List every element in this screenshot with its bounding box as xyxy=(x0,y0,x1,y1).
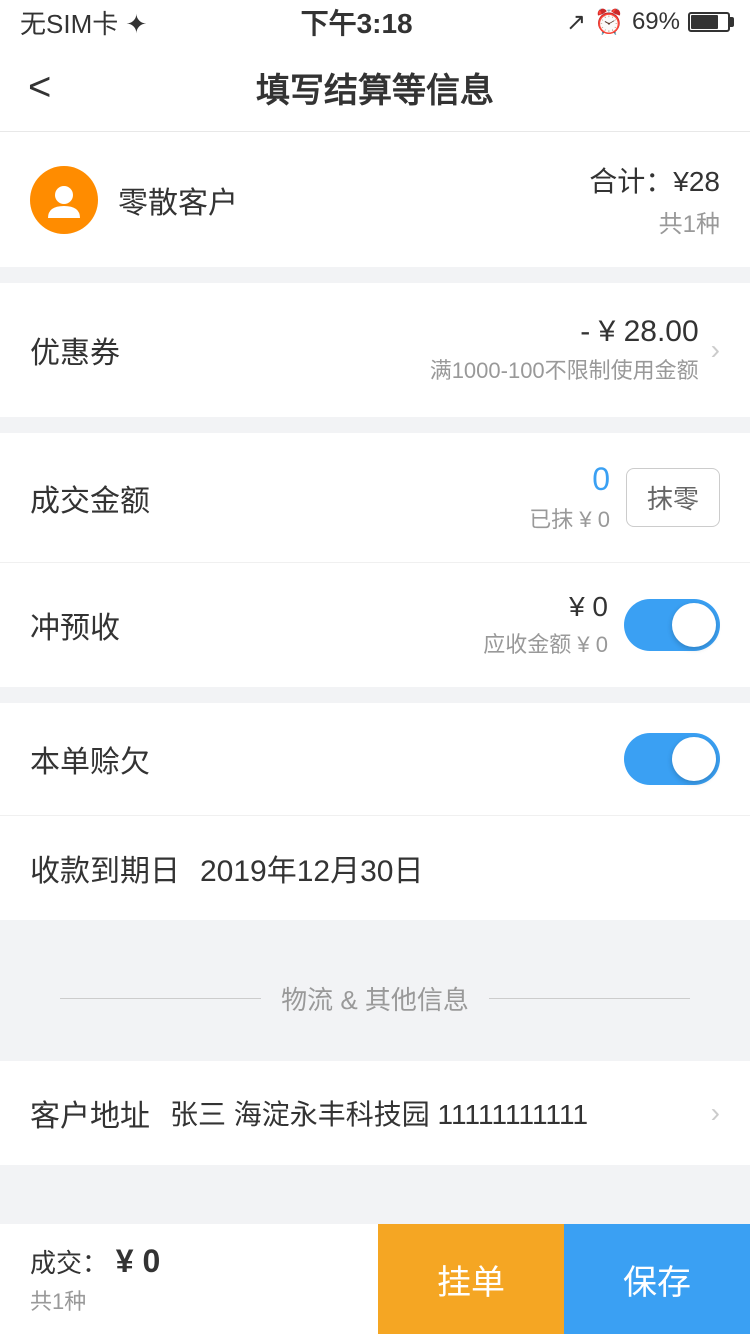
person-icon xyxy=(44,180,84,220)
prepay-value-block: ¥ 0 应收金额 ¥ 0 xyxy=(483,591,608,659)
deal-amount-sub: 已抹 ¥ 0 xyxy=(529,502,610,534)
status-left: 无SIM卡 ✦ xyxy=(20,4,147,41)
logistics-header: 物流 & 其他信息 xyxy=(30,960,720,1037)
debit-label: 本单赊欠 xyxy=(30,737,150,781)
due-date-label: 收款到期日 xyxy=(30,846,180,890)
maling-button[interactable]: 抹零 xyxy=(626,468,720,527)
prepay-toggle[interactable] xyxy=(624,599,720,651)
customer-right: 合计：¥28 共1种 xyxy=(589,160,720,239)
prepay-sub: 应收金额 ¥ 0 xyxy=(483,627,608,659)
total-amount: 合计：¥28 xyxy=(589,160,720,200)
status-bar: 无SIM卡 ✦ 下午3:18 ↗ ⏰ 69% xyxy=(0,0,750,44)
sim-indicator: 无SIM卡 ✦ xyxy=(20,4,147,41)
deal-amount-value: 0 xyxy=(529,461,610,498)
toggle-knob xyxy=(672,603,716,647)
deal-amount-value-block: 0 已抹 ¥ 0 xyxy=(529,461,610,534)
bottom-bar: 成交： ¥ 0 共1种 挂单 保存 xyxy=(0,1224,750,1334)
customer-left: 零散客户 xyxy=(30,166,238,234)
hold-button[interactable]: 挂单 xyxy=(378,1224,564,1334)
logistics-section: 物流 & 其他信息 xyxy=(0,936,750,1061)
total-count: 共1种 xyxy=(589,204,720,239)
avatar xyxy=(30,166,98,234)
debit-row: 本单赊欠 xyxy=(0,703,750,815)
address-chevron-icon: › xyxy=(711,1097,720,1129)
content-area: 零散客户 合计：¥28 共1种 优惠券 - ¥ 28.00 满1000-100不… xyxy=(0,132,750,1301)
customer-name: 零散客户 xyxy=(118,178,238,222)
status-time: 下午3:18 xyxy=(301,2,413,42)
deal-amount-right: 0 已抹 ¥ 0 抹零 xyxy=(529,461,720,534)
battery-icon xyxy=(688,12,730,32)
coupon-row[interactable]: 优惠券 - ¥ 28.00 满1000-100不限制使用金额 › xyxy=(0,283,750,417)
prepay-right: ¥ 0 应收金额 ¥ 0 xyxy=(483,591,720,659)
deal-amount-label: 成交金额 xyxy=(30,476,150,520)
customer-row: 零散客户 合计：¥28 共1种 xyxy=(0,132,750,267)
chevron-right-icon: › xyxy=(711,334,720,366)
nav-bar: < 填写结算等信息 xyxy=(0,44,750,132)
address-label: 客户地址 xyxy=(30,1091,150,1135)
due-date-row: 收款到期日 2019年12月30日 xyxy=(0,815,750,920)
transaction-section: 成交金额 0 已抹 ¥ 0 抹零 冲预收 ¥ 0 应收金额 ¥ 0 xyxy=(0,433,750,687)
coupon-label: 优惠券 xyxy=(30,328,120,372)
back-button[interactable]: < xyxy=(28,65,51,110)
save-button[interactable]: 保存 xyxy=(564,1224,750,1334)
page-title: 填写结算等信息 xyxy=(256,63,494,112)
coupon-discount: - ¥ 28.00 xyxy=(430,315,699,349)
coupon-right: - ¥ 28.00 满1000-100不限制使用金额 › xyxy=(430,315,720,385)
due-date-value: 2019年12月30日 xyxy=(200,846,423,890)
status-right: ↗ ⏰ 69% xyxy=(566,8,730,37)
prepay-amount: ¥ 0 xyxy=(483,591,608,623)
coupon-detail: - ¥ 28.00 满1000-100不限制使用金额 xyxy=(430,315,699,385)
address-row[interactable]: 客户地址 张三 海淀永丰科技园 11111111111 › xyxy=(0,1061,750,1165)
debit-toggle[interactable] xyxy=(624,733,720,785)
bottom-deal-amount: ¥ 0 xyxy=(116,1243,160,1279)
bottom-summary: 成交： ¥ 0 共1种 xyxy=(0,1243,378,1316)
bottom-count: 共1种 xyxy=(30,1284,348,1316)
coupon-desc: 满1000-100不限制使用金额 xyxy=(430,353,699,385)
battery-percent: 69% xyxy=(632,8,680,36)
alarm-icon: ⏰ xyxy=(594,8,624,37)
location-icon: ↗ xyxy=(566,8,586,37)
debit-toggle-knob xyxy=(672,737,716,781)
prepay-row: 冲预收 ¥ 0 应收金额 ¥ 0 xyxy=(0,563,750,687)
logistics-label: 物流 & 其他信息 xyxy=(281,980,469,1017)
logistics-line-left xyxy=(60,998,261,999)
address-value: 张三 海淀永丰科技园 11111111111 xyxy=(170,1093,711,1133)
debit-section: 本单赊欠 收款到期日 2019年12月30日 xyxy=(0,703,750,920)
deal-amount-row: 成交金额 0 已抹 ¥ 0 抹零 xyxy=(0,433,750,563)
bottom-deal-label: 成交： xyxy=(30,1248,108,1278)
prepay-label: 冲预收 xyxy=(30,603,120,647)
bottom-deal-line: 成交： ¥ 0 xyxy=(30,1243,348,1280)
logistics-line-right xyxy=(489,998,690,999)
